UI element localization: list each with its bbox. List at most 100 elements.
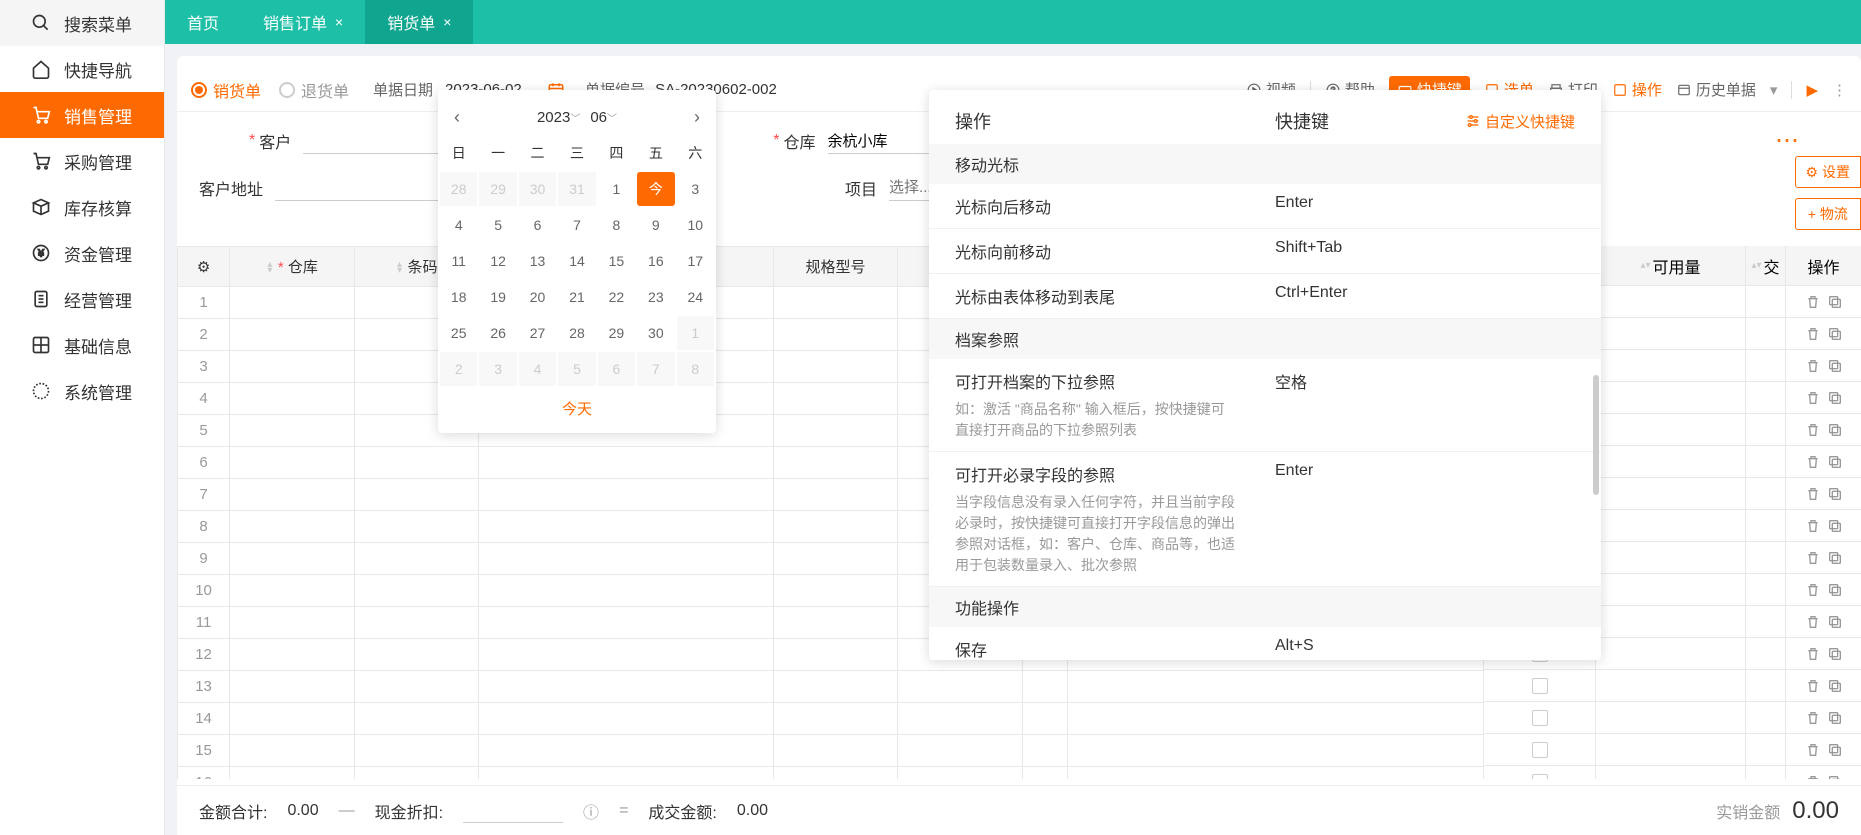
cell[interactable]	[230, 607, 355, 639]
cell[interactable]	[773, 607, 898, 639]
delete-icon[interactable]	[1805, 774, 1821, 780]
cell[interactable]	[230, 735, 355, 767]
delete-icon[interactable]	[1805, 742, 1821, 758]
calendar-day[interactable]: 12	[479, 244, 516, 278]
delete-icon[interactable]	[1805, 294, 1821, 310]
cell[interactable]	[773, 351, 898, 383]
copy-icon[interactable]	[1827, 614, 1843, 630]
calendar-day[interactable]: 3	[677, 172, 714, 206]
month-selector[interactable]: 06﹀	[590, 109, 617, 126]
settings-button[interactable]: ⚙ 设置	[1795, 156, 1861, 188]
calendar-day[interactable]: 30	[519, 172, 556, 206]
radio-return[interactable]: 退货单	[279, 78, 349, 102]
calendar-day[interactable]: 8	[677, 352, 714, 386]
delete-icon[interactable]	[1805, 454, 1821, 470]
calendar-day[interactable]: 10	[677, 208, 714, 242]
avail-cell[interactable]	[1595, 702, 1745, 734]
copy-icon[interactable]	[1827, 326, 1843, 342]
cell[interactable]	[230, 703, 355, 735]
radio-sales[interactable]: 销货单	[191, 78, 261, 102]
deliver-cell[interactable]	[1745, 382, 1785, 414]
calendar-day[interactable]: 18	[440, 280, 477, 314]
cell[interactable]	[354, 607, 479, 639]
cell[interactable]	[230, 447, 355, 479]
cell[interactable]	[773, 671, 898, 703]
cell[interactable]	[479, 703, 773, 735]
sidebar-item-gear[interactable]: 系统管理	[0, 368, 164, 414]
copy-icon[interactable]	[1827, 742, 1843, 758]
calendar-day[interactable]: 29	[479, 172, 516, 206]
avail-cell[interactable]	[1595, 542, 1745, 574]
deliver-cell[interactable]	[1745, 574, 1785, 606]
cell[interactable]	[354, 479, 479, 511]
tab[interactable]: 销售订单×	[241, 0, 365, 44]
deliver-cell[interactable]	[1745, 606, 1785, 638]
avail-cell[interactable]	[1595, 446, 1745, 478]
sidebar-item-box[interactable]: 库存核算	[0, 184, 164, 230]
cell[interactable]	[898, 767, 1023, 780]
copy-icon[interactable]	[1827, 486, 1843, 502]
avail-cell[interactable]	[1595, 638, 1745, 670]
delete-icon[interactable]	[1805, 550, 1821, 566]
deliver-cell[interactable]	[1745, 318, 1785, 350]
calendar-day[interactable]: 30	[637, 316, 674, 350]
cell[interactable]	[354, 511, 479, 543]
gift-cell[interactable]	[1483, 670, 1595, 702]
calendar-day[interactable]: 26	[479, 316, 516, 350]
calendar-day[interactable]: 19	[479, 280, 516, 314]
calendar-day[interactable]: 14	[558, 244, 595, 278]
cell[interactable]	[773, 447, 898, 479]
cell[interactable]	[479, 639, 773, 671]
copy-icon[interactable]	[1827, 774, 1843, 780]
calendar-day[interactable]: 7	[637, 352, 674, 386]
cell[interactable]	[479, 447, 773, 479]
expand-dots-icon[interactable]: ⋯	[1775, 126, 1799, 155]
calendar-day[interactable]: 31	[558, 172, 595, 206]
cell[interactable]	[230, 415, 355, 447]
checkbox[interactable]	[1532, 678, 1548, 694]
sidebar-item-money[interactable]: ¥资金管理	[0, 230, 164, 276]
discount-input[interactable]	[463, 799, 563, 823]
copy-icon[interactable]	[1827, 678, 1843, 694]
avail-cell[interactable]	[1595, 734, 1745, 766]
calendar-day[interactable]: 5	[479, 208, 516, 242]
delete-icon[interactable]	[1805, 678, 1821, 694]
cell[interactable]	[230, 575, 355, 607]
calendar-day[interactable]: 5	[558, 352, 595, 386]
cell[interactable]	[230, 287, 355, 319]
avail-cell[interactable]	[1595, 574, 1745, 606]
checkbox[interactable]	[1532, 742, 1548, 758]
cell[interactable]	[898, 671, 1023, 703]
cell[interactable]	[230, 639, 355, 671]
calendar-day[interactable]: 4	[519, 352, 556, 386]
deliver-cell[interactable]	[1745, 670, 1785, 702]
checkbox[interactable]	[1532, 774, 1548, 780]
cell[interactable]	[773, 287, 898, 319]
cell[interactable]	[773, 543, 898, 575]
calendar-day[interactable]: 3	[479, 352, 516, 386]
cell[interactable]	[479, 767, 773, 780]
deliver-cell[interactable]	[1745, 350, 1785, 382]
avail-cell[interactable]	[1595, 318, 1745, 350]
cell[interactable]	[479, 735, 773, 767]
calendar-day[interactable]: 24	[677, 280, 714, 314]
calendar-day[interactable]: 21	[558, 280, 595, 314]
calendar-day[interactable]: 6	[598, 352, 635, 386]
cell[interactable]	[773, 511, 898, 543]
cell[interactable]	[773, 575, 898, 607]
avail-cell[interactable]	[1595, 478, 1745, 510]
deliver-cell[interactable]	[1745, 734, 1785, 766]
custom-shortcut-button[interactable]: 自定义快捷键	[1465, 111, 1575, 132]
today-link[interactable]: 今天	[562, 401, 592, 418]
cell[interactable]	[773, 415, 898, 447]
calendar-day[interactable]: 16	[637, 244, 674, 278]
col-spec[interactable]: 规格型号	[773, 247, 898, 287]
cell[interactable]	[479, 543, 773, 575]
cell[interactable]	[354, 639, 479, 671]
cell[interactable]	[230, 479, 355, 511]
copy-icon[interactable]	[1827, 358, 1843, 374]
copy-icon[interactable]	[1827, 294, 1843, 310]
calendar-day[interactable]: 今	[637, 172, 674, 206]
col-warehouse[interactable]: ▴▾* 仓库	[230, 247, 355, 287]
cell[interactable]	[479, 511, 773, 543]
